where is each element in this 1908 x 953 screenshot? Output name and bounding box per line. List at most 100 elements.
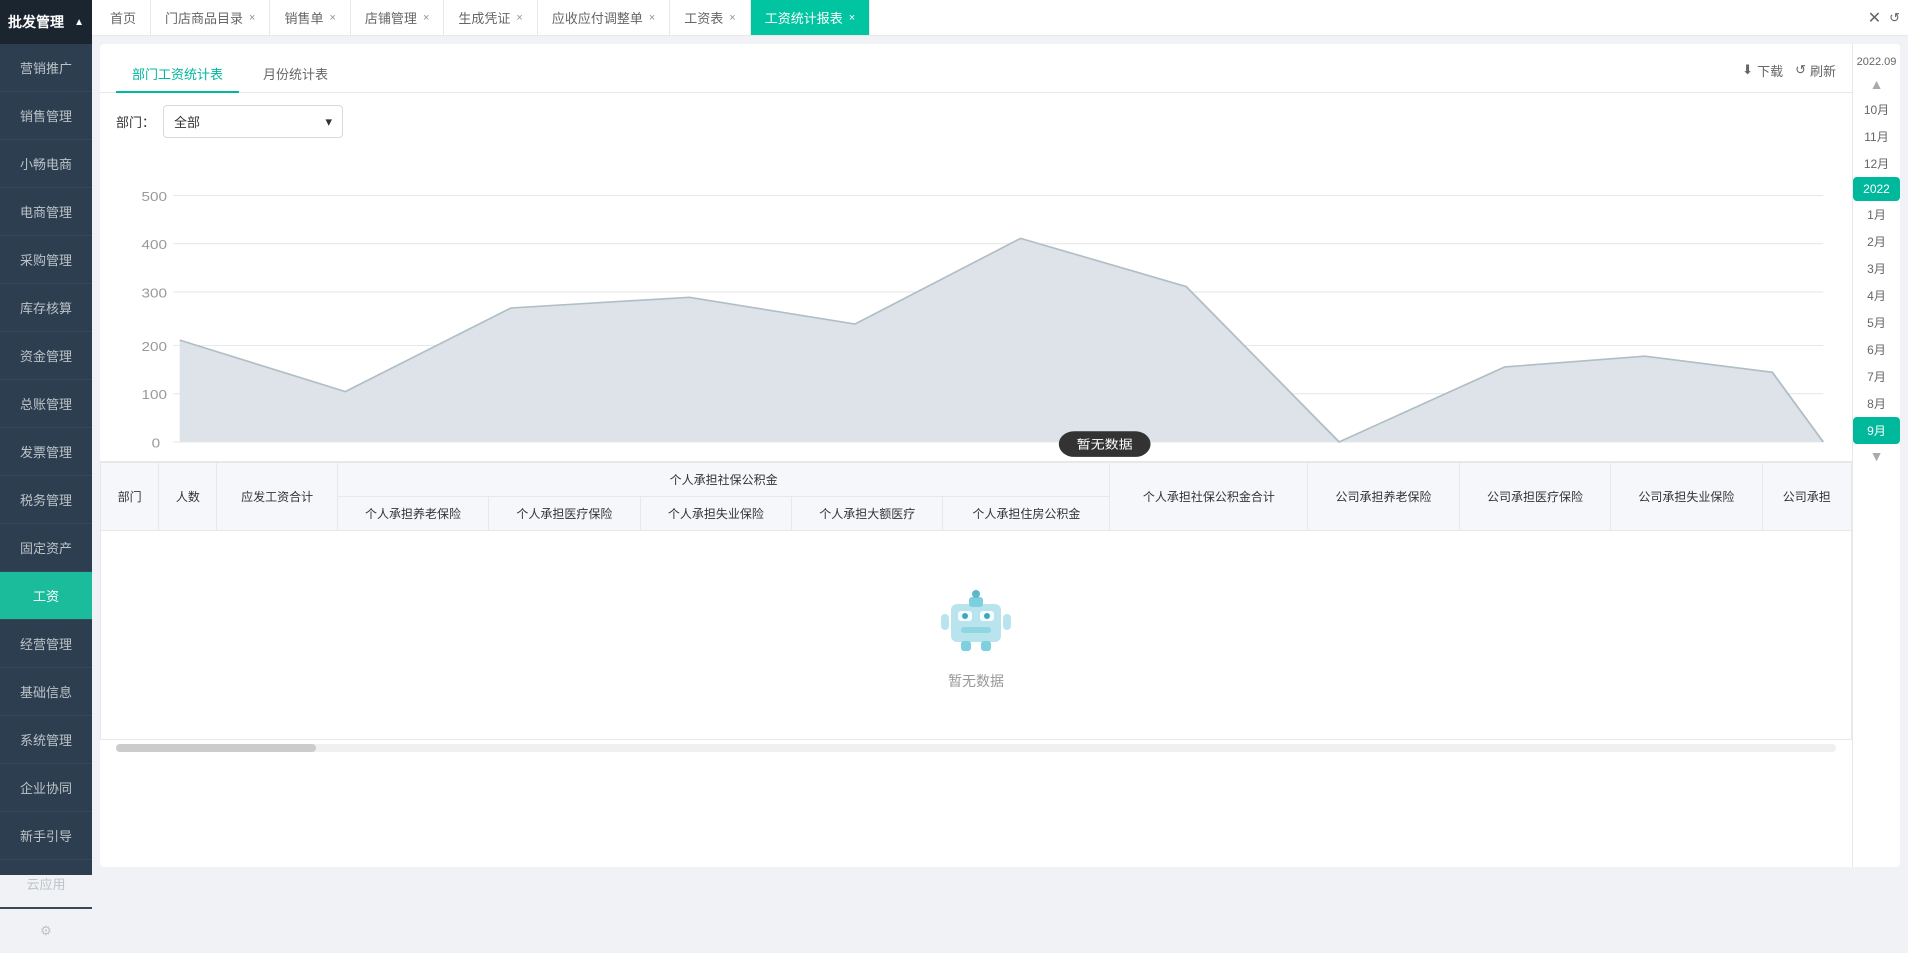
month-item-11月[interactable]: 11月 [1853, 123, 1900, 150]
col-company-pension: 公司承担养老保险 [1308, 463, 1459, 531]
month-item-2022[interactable]: 2022 [1853, 177, 1900, 201]
sidebar-item-库存核算[interactable]: 库存核算 [0, 284, 92, 332]
table-wrapper[interactable]: 部门 人数 应发工资合计 个人承担社保公积金 个人承担社保公积金合计 公司承担养… [100, 461, 1852, 867]
scroll-up-icon[interactable]: ▲ [1866, 72, 1888, 96]
col-personal-total: 个人承担社保公积金合计 [1110, 463, 1308, 531]
empty-state: 暂无数据 [111, 539, 1841, 731]
tab-label: 门店商品目录 [165, 8, 243, 27]
sidebar-item-系统管理[interactable]: 系统管理 [0, 716, 92, 764]
month-item-6月[interactable]: 6月 [1853, 336, 1900, 363]
month-item-3月[interactable]: 3月 [1853, 255, 1900, 282]
sidebar-item-税务管理[interactable]: 税务管理 [0, 476, 92, 524]
sidebar-item-发票管理[interactable]: 发票管理 [0, 428, 92, 476]
tab-department-stats[interactable]: 部门工资统计表 [116, 56, 239, 93]
department-select[interactable]: 全部 ▾ [163, 105, 343, 138]
sidebar-item-总账管理[interactable]: 总账管理 [0, 380, 92, 428]
tab-close-icon[interactable]: × [729, 12, 735, 24]
empty-text: 暂无数据 [948, 671, 1004, 691]
tab-店铺管理[interactable]: 店铺管理 × [351, 0, 444, 36]
scrollbar-thumb[interactable] [116, 744, 316, 752]
sidebar-item-销售管理[interactable]: 销售管理 [0, 92, 92, 140]
month-item-1月[interactable]: 1月 [1853, 201, 1900, 228]
col-gross-salary: 应发工资合计 [217, 463, 337, 531]
tab-close-icon[interactable]: × [423, 12, 429, 24]
refresh-button[interactable]: ↺ 刷新 [1795, 61, 1836, 80]
chart-container: 0 100 200 300 400 500 [100, 150, 1852, 461]
sidebar-item-经营管理[interactable]: 经营管理 [0, 620, 92, 668]
svg-text:500: 500 [141, 189, 167, 204]
sidebar-item-采购管理[interactable]: 采购管理 [0, 236, 92, 284]
tab-应收应付调整单[interactable]: 应收应付调整单 × [538, 0, 670, 36]
close-all-icon[interactable]: ✕ [1868, 8, 1881, 28]
month-item-7月[interactable]: 7月 [1853, 363, 1900, 390]
svg-text:400: 400 [141, 237, 167, 252]
sidebar-item-工资[interactable]: 工资 [0, 572, 92, 620]
sidebar-item-资金管理[interactable]: 资金管理 [0, 332, 92, 380]
tab-label: 店铺管理 [365, 8, 417, 27]
area-chart: 0 100 200 300 400 500 [116, 158, 1836, 458]
svg-text:100: 100 [141, 387, 167, 402]
sidebar-title: 批发管理 [8, 12, 64, 32]
sidebar-item-电商管理[interactable]: 电商管理 [0, 188, 92, 236]
sidebar-item-固定资产[interactable]: 固定资产 [0, 524, 92, 572]
filter-department-label: 部门： [116, 112, 155, 131]
sidebar-item-新手引导[interactable]: 新手引导 [0, 812, 92, 860]
month-item-10月[interactable]: 10月 [1853, 96, 1900, 123]
tab-销售单[interactable]: 销售单× [270, 0, 350, 36]
refresh-icon: ↺ [1795, 62, 1806, 78]
refresh-icon[interactable]: ↺ [1889, 10, 1900, 26]
refresh-label: 刷新 [1810, 61, 1836, 80]
sidebar-arrow-icon: ▲ [74, 17, 84, 28]
month-item-12月[interactable]: 12月 [1853, 150, 1900, 177]
tab-工资表[interactable]: 工资表× [670, 0, 750, 36]
col-company-medical: 公司承担医疗保险 [1459, 463, 1610, 531]
month-item-2月[interactable]: 2月 [1853, 228, 1900, 255]
tab-首页[interactable]: 首页 [100, 0, 151, 36]
tab-label: 生成凭证 [458, 8, 510, 27]
year-label[interactable]: 2022.09 [1855, 52, 1899, 72]
filter-row: 部门： 全部 ▾ [100, 93, 1852, 150]
tab-门店商品目录[interactable]: 门店商品目录 × [151, 0, 270, 36]
month-item-8月[interactable]: 8月 [1853, 390, 1900, 417]
col-headcount: 人数 [159, 463, 217, 531]
sidebar: 批发管理 ▲ 营销推广销售管理小畅电商电商管理采购管理库存核算资金管理总账管理发… [0, 0, 92, 875]
tab-monthly-stats[interactable]: 月份统计表 [247, 56, 344, 93]
col-personal-unemployment: 个人承担失业保险 [640, 497, 791, 531]
sidebar-item-企业协同[interactable]: 企业协同 [0, 764, 92, 812]
right-panel: 2022.09 ▲ 10月11月12月20221月2月3月4月5月6月7月8月9… [1852, 44, 1900, 867]
page-content: 部门工资统计表 月份统计表 ⬇ 下载 ↺ 刷新 部门： [100, 44, 1852, 867]
col-department: 部门 [101, 463, 159, 531]
tab-label: 工资统计报表 [765, 8, 843, 27]
tab-close-icon[interactable]: × [516, 12, 522, 24]
download-button[interactable]: ⬇ 下载 [1742, 61, 1783, 80]
month-item-4月[interactable]: 4月 [1853, 282, 1900, 309]
tab-label: 应收应付调整单 [552, 8, 643, 27]
scroll-down-icon[interactable]: ▼ [1866, 444, 1888, 468]
month-item-9月[interactable]: 9月 [1853, 417, 1900, 444]
tab-工资统计报表[interactable]: 工资统计报表 × [751, 0, 870, 36]
sidebar-item-营销推广[interactable]: 营销推广 [0, 44, 92, 92]
tab-bar-end: ✕ ↺ [1868, 8, 1900, 28]
tab-close-icon[interactable]: × [849, 12, 855, 24]
tab-label: 首页 [110, 8, 136, 27]
col-personal-housing: 个人承担住房公积金 [943, 497, 1110, 531]
empty-robot-icon [936, 579, 1016, 659]
horizontal-scrollbar[interactable] [116, 744, 1836, 752]
col-company-other: 公司承担 [1762, 463, 1851, 531]
sidebar-item-基础信息[interactable]: 基础信息 [0, 668, 92, 716]
sidebar-footer-settings[interactable]: ⚙ [0, 908, 92, 953]
table-row: 暂无数据 [101, 531, 1852, 740]
sub-tab-bar: 部门工资统计表 月份统计表 ⬇ 下载 ↺ 刷新 [100, 44, 1852, 93]
svg-text:300: 300 [141, 285, 167, 300]
tab-生成凭证[interactable]: 生成凭证 × [444, 0, 537, 36]
tab-close-icon[interactable]: × [329, 12, 335, 24]
col-personal-pension: 个人承担养老保险 [337, 497, 488, 531]
tab-close-icon[interactable]: × [649, 12, 655, 24]
col-personal-medical: 个人承担医疗保险 [489, 497, 640, 531]
sidebar-item-小畅电商[interactable]: 小畅电商 [0, 140, 92, 188]
sidebar-header[interactable]: 批发管理 ▲ [0, 0, 92, 44]
chevron-down-icon: ▾ [325, 114, 332, 130]
sidebar-item-云应用[interactable]: 云应用 [0, 860, 92, 908]
tab-close-icon[interactable]: × [249, 12, 255, 24]
month-item-5月[interactable]: 5月 [1853, 309, 1900, 336]
